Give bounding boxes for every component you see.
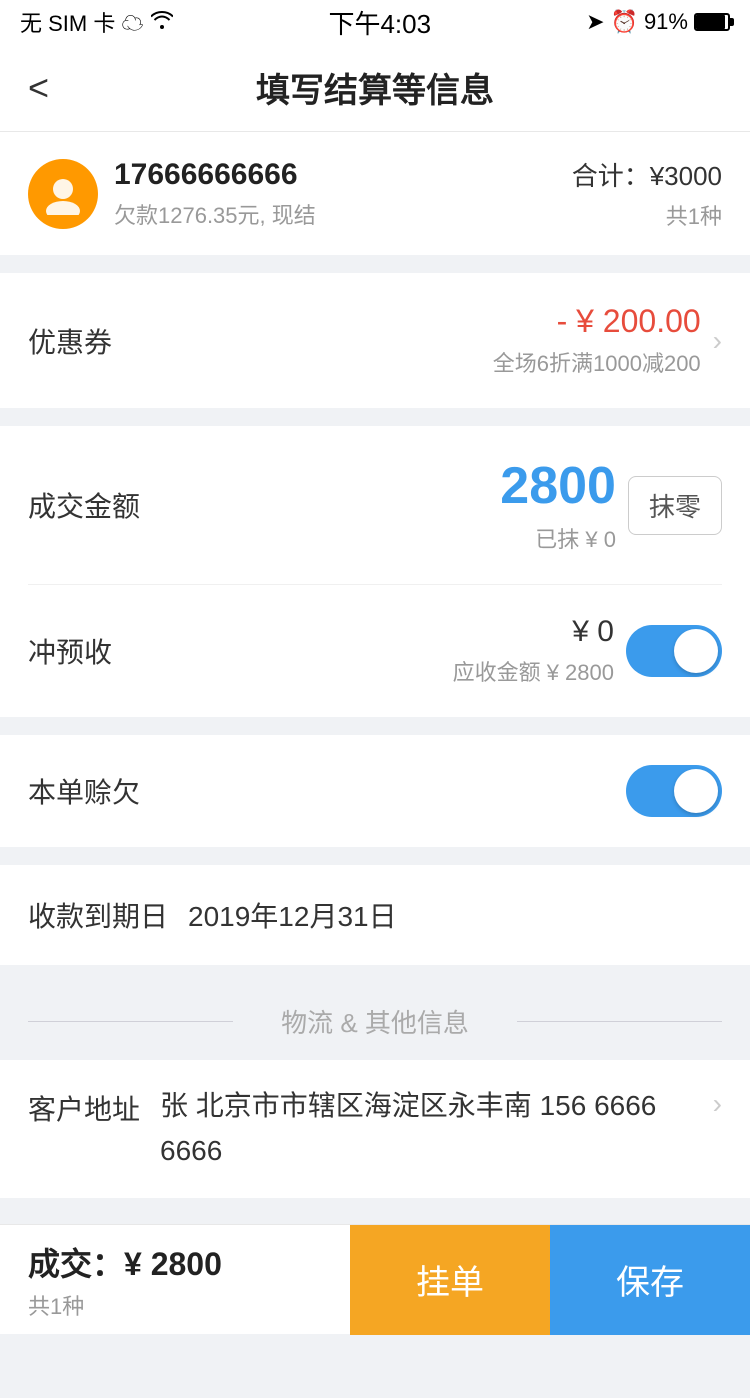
- logistics-separator: 物流 & 其他信息: [0, 983, 750, 1060]
- customer-phone: 17666666666: [114, 158, 316, 192]
- battery-icon: [694, 13, 730, 31]
- transaction-row: 成交金额 2800 已抹 ¥ 0 抹零: [28, 426, 722, 585]
- save-button[interactable]: 保存: [550, 1225, 750, 1335]
- transaction-section: 成交金额 2800 已抹 ¥ 0 抹零 冲预收 ¥ 0 应收金额 ¥ 2800: [0, 426, 750, 717]
- prepay-label: 冲预收: [28, 631, 112, 671]
- deal-value: ¥ 2800: [124, 1246, 222, 1282]
- prepay-value-block: ¥ 0 应收金额 ¥ 2800: [453, 615, 614, 687]
- sep-line-left: [28, 1021, 233, 1022]
- address-value: 张 北京市市辖区海淀区永丰南 156 6666 6666: [160, 1084, 713, 1174]
- coupon-row[interactable]: 优惠券 - ¥ 200.00 全场6折满1000减200 ›: [28, 273, 722, 408]
- transaction-value-block: 2800 已抹 ¥ 0: [500, 456, 616, 554]
- coupon-value: - ¥ 200.00: [493, 303, 701, 340]
- wifi-icon: [151, 9, 173, 35]
- prepay-right: ¥ 0 应收金额 ¥ 2800: [453, 615, 722, 687]
- total-amount: 合计：¥3000: [572, 156, 722, 193]
- debt-toggle[interactable]: [626, 765, 722, 817]
- deal-label: 成交：: [28, 1246, 124, 1282]
- back-button[interactable]: <: [28, 67, 49, 109]
- status-right: ➤ ⏰ 91%: [586, 9, 730, 35]
- due-date-label: 收款到期日: [28, 895, 168, 935]
- customer-left: 17666666666 欠款1276.35元, 现结: [28, 158, 316, 230]
- bottom-bar: 成交：¥ 2800 共1种 挂单 保存: [0, 1224, 750, 1334]
- address-chevron-icon: ›: [713, 1084, 722, 1120]
- sim-label: 无 SIM 卡 ☁: [20, 6, 143, 38]
- location-icon: ➤: [586, 9, 604, 35]
- due-date-row: 收款到期日 2019年12月31日: [0, 865, 750, 965]
- page-title: 填写结算等信息: [256, 63, 494, 112]
- coupon-right: - ¥ 200.00 全场6折满1000减200 ›: [493, 303, 722, 378]
- customer-debt: 欠款1276.35元, 现结: [114, 198, 316, 230]
- coupon-section: 优惠券 - ¥ 200.00 全场6折满1000减200 ›: [0, 273, 750, 408]
- alarm-icon: ⏰: [611, 9, 638, 35]
- coupon-chevron-icon: ›: [713, 325, 722, 357]
- nav-bar: < 填写结算等信息: [0, 44, 750, 132]
- prepay-toggle[interactable]: [626, 625, 722, 677]
- customer-right: 合计：¥3000 共1种: [572, 156, 722, 231]
- address-label: 客户地址: [28, 1084, 140, 1128]
- transaction-label: 成交金额: [28, 485, 140, 525]
- prepay-sub: 应收金额 ¥ 2800: [453, 655, 614, 687]
- total-count: 共1种: [572, 199, 722, 231]
- address-section[interactable]: 客户地址 张 北京市市辖区海淀区永丰南 156 6666 6666 ›: [0, 1060, 750, 1198]
- bottom-count: 共1种: [28, 1289, 322, 1321]
- transaction-amount: 2800: [500, 457, 616, 515]
- main-content: 17666666666 欠款1276.35元, 现结 合计：¥3000 共1种 …: [0, 132, 750, 1398]
- battery-percent: 91%: [644, 9, 688, 35]
- due-date-value: 2019年12月31日: [188, 895, 397, 935]
- avatar: [28, 159, 98, 229]
- debt-row: 本单赊欠: [0, 735, 750, 847]
- transaction-right: 2800 已抹 ¥ 0 抹零: [500, 456, 722, 554]
- coupon-value-block: - ¥ 200.00 全场6折满1000减200: [493, 303, 701, 378]
- debt-toggle-knob: [674, 769, 718, 813]
- debt-label: 本单赊欠: [28, 771, 140, 811]
- customer-info: 17666666666 欠款1276.35元, 现结: [114, 158, 316, 230]
- bottom-summary: 成交：¥ 2800 共1种: [0, 1239, 350, 1321]
- coupon-label: 优惠券: [28, 321, 112, 361]
- status-bar: 无 SIM 卡 ☁ 下午4:03 ➤ ⏰ 91%: [0, 0, 750, 44]
- status-left: 无 SIM 卡 ☁: [20, 6, 173, 38]
- coupon-sub: 全场6折满1000减200: [493, 346, 701, 378]
- hang-button[interactable]: 挂单: [350, 1225, 550, 1335]
- customer-card: 17666666666 欠款1276.35元, 现结 合计：¥3000 共1种: [0, 132, 750, 255]
- prepay-amount: ¥ 0: [453, 615, 614, 649]
- toggle-knob: [674, 629, 718, 673]
- status-time: 下午4:03: [328, 4, 431, 41]
- logistics-label: 物流 & 其他信息: [281, 1003, 469, 1040]
- bottom-deal: 成交：¥ 2800: [28, 1239, 322, 1285]
- round-button[interactable]: 抹零: [628, 476, 722, 535]
- prepay-row: 冲预收 ¥ 0 应收金额 ¥ 2800: [28, 585, 722, 717]
- transaction-sub: 已抹 ¥ 0: [500, 522, 616, 554]
- sep-line-right: [517, 1021, 722, 1022]
